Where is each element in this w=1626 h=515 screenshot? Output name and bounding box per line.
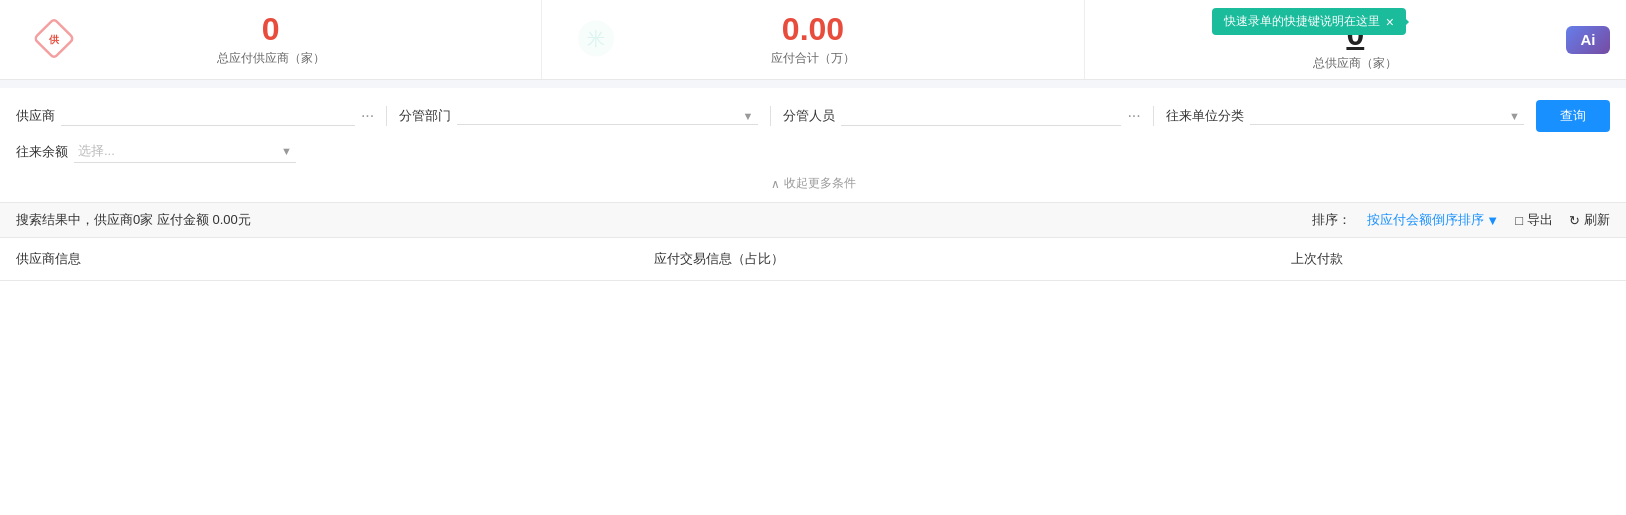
filter-row-2: 往来余额 选择... ▼ bbox=[16, 140, 1610, 163]
sort-dropdown[interactable]: 按应付会额倒序排序 ▼ bbox=[1367, 211, 1499, 229]
shortcut-tooltip: 快速录单的快捷键说明在这里 × bbox=[1212, 8, 1406, 35]
balance-dropdown[interactable]: 选择... ▼ bbox=[74, 140, 296, 163]
svg-text:米: 米 bbox=[587, 28, 605, 48]
unit-category-dropdown[interactable]: ▼ bbox=[1250, 108, 1524, 125]
supplier-filter: 供应商 ··· bbox=[16, 106, 374, 126]
balance-label: 往来余额 bbox=[16, 143, 68, 161]
collapse-button[interactable]: ∧ 收起更多条件 bbox=[771, 175, 856, 192]
person-input[interactable] bbox=[841, 106, 1122, 126]
supplier-dots-button[interactable]: ··· bbox=[361, 107, 374, 125]
payable-total-label: 应付合计（万） bbox=[771, 50, 855, 67]
supplier-input[interactable] bbox=[61, 106, 355, 126]
th-supplier-info: 供应商信息 bbox=[16, 250, 654, 268]
sort-value-text: 按应付会额倒序排序 bbox=[1367, 211, 1484, 229]
svg-text:供: 供 bbox=[48, 33, 60, 44]
results-info: 搜索结果中，供应商0家 应付金额 0.00元 bbox=[16, 211, 251, 229]
total-payable-suppliers-label: 总应付供应商（家） bbox=[217, 50, 325, 67]
stat-total-payable-suppliers: 供 0 总应付供应商（家） bbox=[0, 0, 542, 79]
collapse-label: 收起更多条件 bbox=[784, 175, 856, 192]
total-payable-suppliers-number: 0 bbox=[262, 12, 280, 47]
refresh-icon: ↻ bbox=[1569, 213, 1580, 228]
stat-total-suppliers: 快速录单的快捷键说明在这里 × 0 总供应商（家） Ai bbox=[1085, 0, 1626, 79]
table-body bbox=[0, 281, 1626, 515]
export-icon: □ bbox=[1515, 213, 1523, 228]
department-filter: 分管部门 ▼ bbox=[399, 107, 757, 125]
unit-category-filter: 往来单位分类 ▼ bbox=[1166, 107, 1524, 125]
department-chevron-icon: ▼ bbox=[743, 110, 754, 122]
diamond-icon: 供 bbox=[30, 14, 78, 65]
stat-payable-total: 米 0.00 应付合计（万） bbox=[542, 0, 1084, 79]
person-filter: 分管人员 ··· bbox=[783, 106, 1141, 126]
export-label: 导出 bbox=[1527, 211, 1553, 229]
tooltip-close-button[interactable]: × bbox=[1386, 15, 1394, 29]
department-label: 分管部门 bbox=[399, 107, 451, 125]
unit-category-label: 往来单位分类 bbox=[1166, 107, 1244, 125]
refresh-button[interactable]: ↻ 刷新 bbox=[1569, 211, 1610, 229]
results-actions: 排序： 按应付会额倒序排序 ▼ □ 导出 ↻ 刷新 bbox=[1312, 211, 1610, 229]
balance-placeholder: 选择... bbox=[78, 142, 281, 160]
collapse-up-icon: ∧ bbox=[771, 177, 780, 191]
supplier-label: 供应商 bbox=[16, 107, 55, 125]
pig-icon: 米 bbox=[572, 14, 620, 65]
payable-total-number: 0.00 bbox=[782, 12, 844, 47]
search-button[interactable]: 查询 bbox=[1536, 100, 1610, 132]
filter-row-1: 供应商 ··· 分管部门 ▼ 分管人员 ··· 往来单位分类 ▼ bbox=[16, 100, 1610, 132]
department-dropdown[interactable]: ▼ bbox=[457, 108, 757, 125]
results-bar: 搜索结果中，供应商0家 应付金额 0.00元 排序： 按应付会额倒序排序 ▼ □… bbox=[0, 203, 1626, 238]
filter-bar: 供应商 ··· 分管部门 ▼ 分管人员 ··· 往来单位分类 ▼ bbox=[0, 88, 1626, 203]
th-last-payment: 上次付款 bbox=[1291, 250, 1610, 268]
balance-chevron-icon: ▼ bbox=[281, 145, 292, 157]
export-button[interactable]: □ 导出 bbox=[1515, 211, 1553, 229]
divider-1 bbox=[386, 106, 387, 126]
refresh-label: 刷新 bbox=[1584, 211, 1610, 229]
collapse-row: ∧ 收起更多条件 bbox=[16, 171, 1610, 194]
unit-category-chevron-icon: ▼ bbox=[1509, 110, 1520, 122]
divider-3 bbox=[1153, 106, 1154, 126]
divider-2 bbox=[770, 106, 771, 126]
th-payable-transaction: 应付交易信息（占比） bbox=[654, 250, 1292, 268]
tooltip-text: 快速录单的快捷键说明在这里 bbox=[1224, 13, 1380, 30]
sort-chevron-icon: ▼ bbox=[1486, 213, 1499, 228]
table-header: 供应商信息 应付交易信息（占比） 上次付款 bbox=[0, 238, 1626, 281]
person-dots-button[interactable]: ··· bbox=[1127, 107, 1140, 125]
total-suppliers-label: 总供应商（家） bbox=[1313, 55, 1397, 72]
person-label: 分管人员 bbox=[783, 107, 835, 125]
sort-label: 排序： bbox=[1312, 211, 1351, 229]
balance-filter: 往来余额 选择... ▼ bbox=[16, 140, 296, 163]
ai-badge[interactable]: Ai bbox=[1566, 26, 1610, 54]
